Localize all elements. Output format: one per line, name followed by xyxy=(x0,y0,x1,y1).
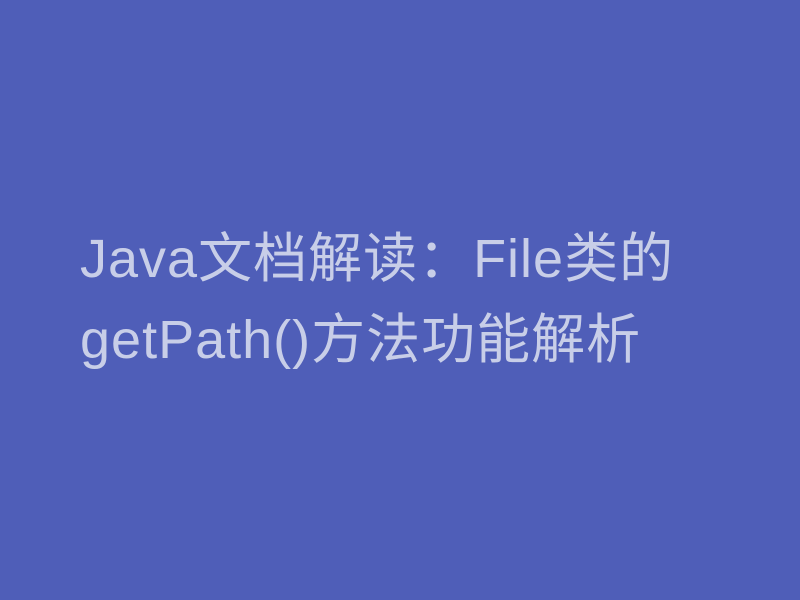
document-title: Java文档解读：File类的getPath()方法功能解析 xyxy=(80,219,680,381)
